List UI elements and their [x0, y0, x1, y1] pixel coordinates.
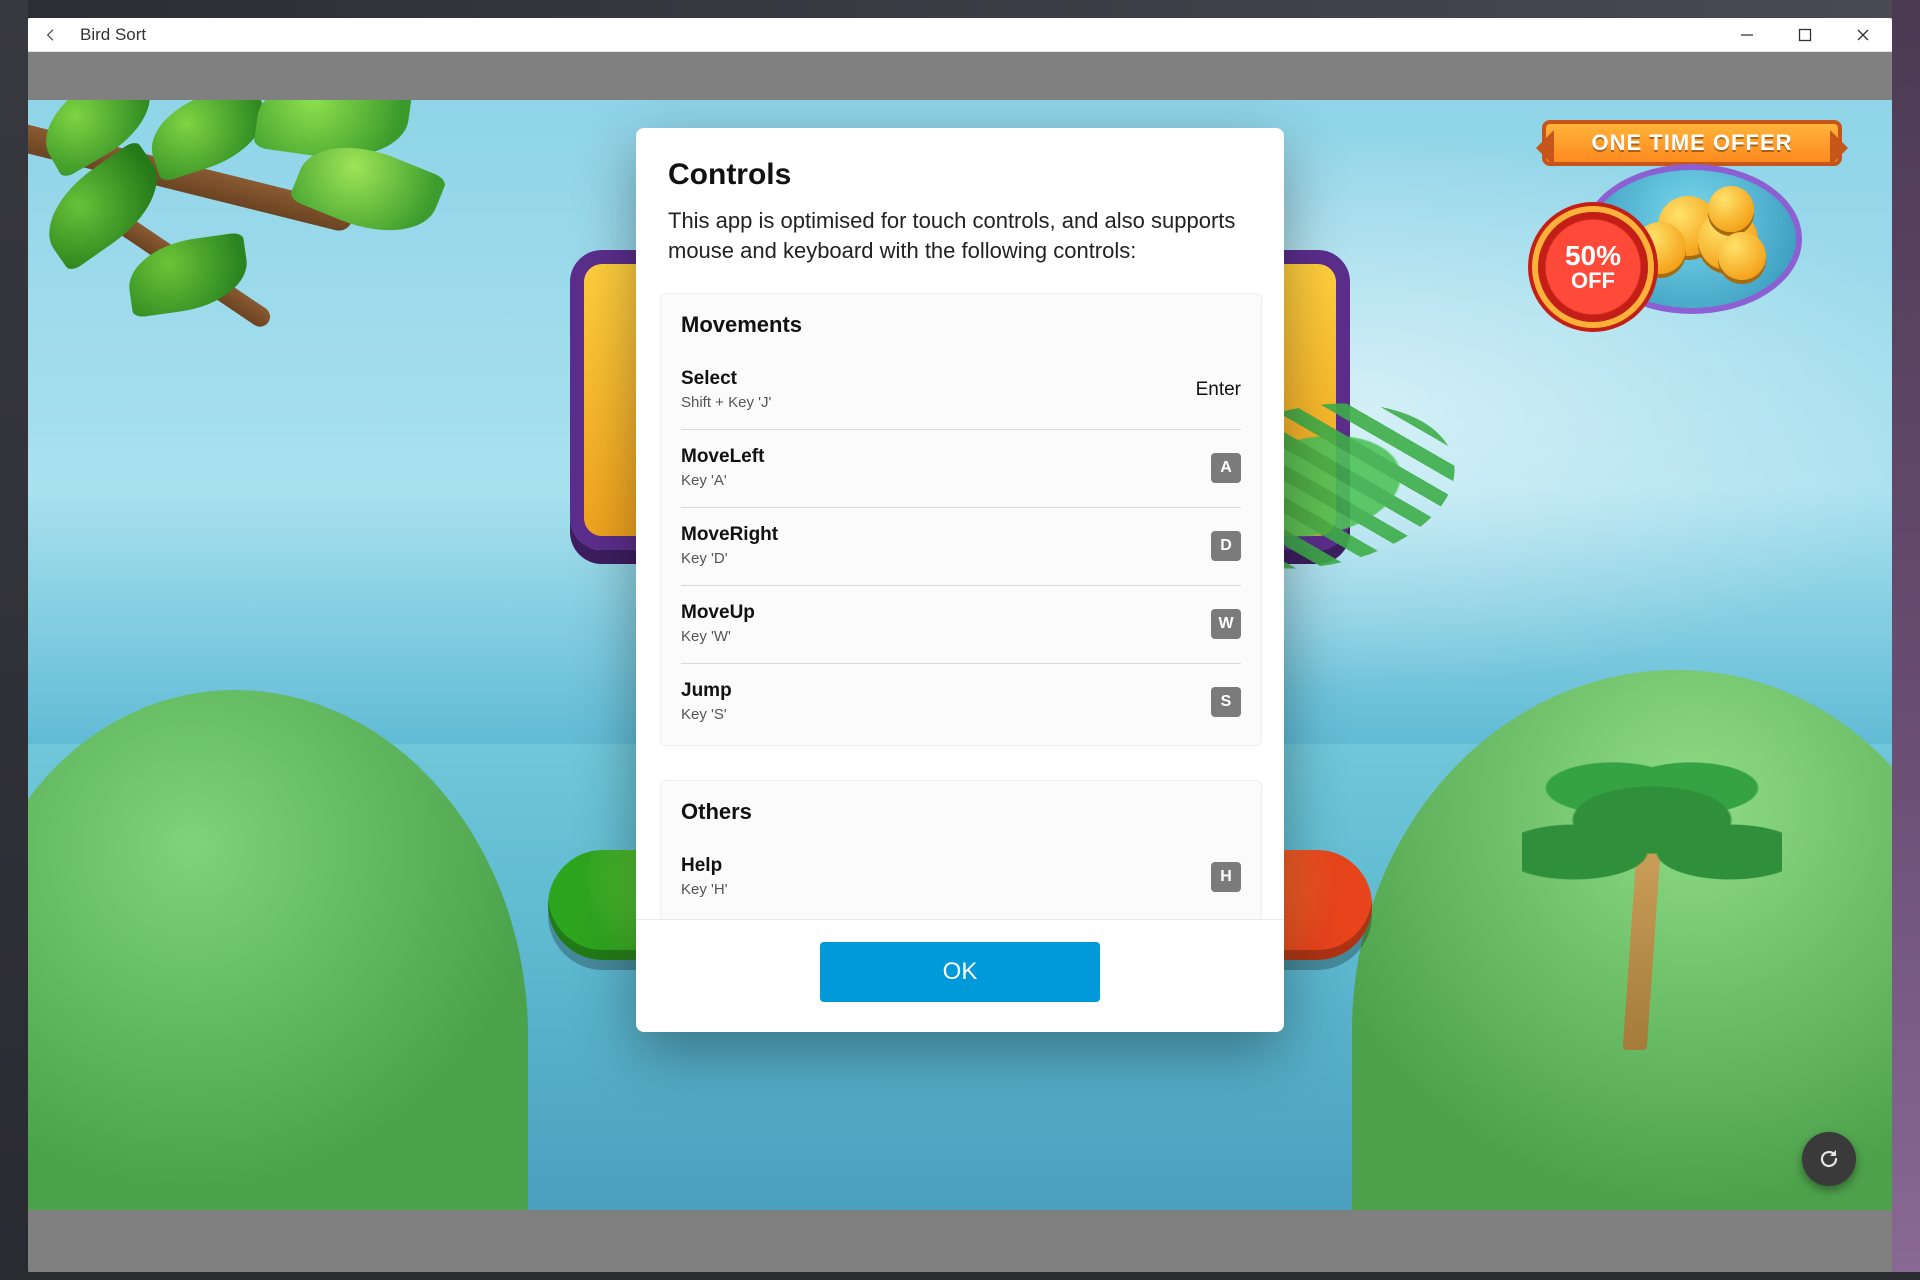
control-primary-key: A — [1211, 453, 1241, 483]
letterbox-bottom — [28, 1210, 1892, 1272]
offer-banner-label: ONE TIME OFFER — [1592, 130, 1793, 156]
maximize-button[interactable] — [1782, 18, 1828, 52]
dialog-footer: OK — [636, 919, 1284, 1032]
control-row-labels: Help Key 'H' — [681, 855, 1211, 898]
control-row: Select Shift + Key 'J'Enter — [681, 352, 1241, 430]
ok-button[interactable]: OK — [820, 942, 1100, 1002]
discount-badge: 50% OFF — [1538, 212, 1648, 322]
section-title: Movements — [681, 312, 1241, 338]
control-name: MoveUp — [681, 602, 1211, 624]
desktop-bottom-edge — [0, 1272, 1920, 1280]
control-primary-key: Enter — [1196, 379, 1241, 401]
coin-icon — [1718, 232, 1766, 280]
ok-button-label: OK — [943, 958, 978, 985]
control-row-labels: MoveUp Key 'W' — [681, 602, 1211, 645]
close-button[interactable] — [1840, 18, 1886, 52]
restart-icon — [1817, 1147, 1841, 1171]
desktop-background: Bird Sort — [0, 0, 1920, 1280]
control-name: Select — [681, 368, 1196, 390]
control-row-labels: Jump Key 'S' — [681, 680, 1211, 723]
minimize-button[interactable] — [1724, 18, 1770, 52]
tree-branch — [28, 100, 518, 390]
control-primary-key: W — [1211, 609, 1241, 639]
discount-off: OFF — [1571, 270, 1615, 292]
maximize-icon — [1798, 28, 1812, 42]
control-alt-key: Key 'D' — [681, 550, 1211, 567]
desktop-top-edge — [0, 0, 1920, 18]
game-canvas: CI C ONE TIME OFFER 50% OFF — [28, 100, 1892, 1210]
control-row: MoveLeft Key 'A'A — [681, 430, 1241, 508]
restart-fab[interactable] — [1802, 1132, 1856, 1186]
desktop-right-edge — [1892, 0, 1920, 1280]
window-title: Bird Sort — [80, 25, 146, 45]
section-title: Others — [681, 799, 1241, 825]
control-primary-key: H — [1211, 862, 1241, 892]
dialog-title: Controls — [668, 158, 1252, 192]
control-name: Jump — [681, 680, 1211, 702]
letterbox-top — [28, 52, 1892, 100]
dialog-subtitle: This app is optimised for touch controls… — [668, 206, 1252, 265]
control-alt-key: Shift + Key 'J' — [681, 394, 1196, 411]
window-title-bar: Bird Sort — [28, 18, 1892, 52]
control-row-labels: MoveLeft Key 'A' — [681, 446, 1211, 489]
control-name: MoveLeft — [681, 446, 1211, 468]
control-primary-key: D — [1211, 531, 1241, 561]
close-icon — [1856, 28, 1870, 42]
control-row: Help Key 'H'H — [681, 839, 1241, 916]
dialog-header: Controls This app is optimised for touch… — [636, 128, 1284, 275]
minimize-icon — [1740, 28, 1754, 42]
controls-section: Others Help Key 'H'H — [660, 780, 1262, 919]
control-alt-key: Key 'S' — [681, 706, 1211, 723]
control-row-labels: MoveRight Key 'D' — [681, 524, 1211, 567]
arrow-left-icon — [43, 27, 59, 43]
discount-percent: 50% — [1565, 242, 1621, 270]
control-alt-key: Key 'W' — [681, 628, 1211, 645]
palm-tree — [1512, 750, 1772, 1050]
control-alt-key: Key 'A' — [681, 472, 1211, 489]
control-row: Jump Key 'S'S — [681, 664, 1241, 741]
controls-section: Movements Select Shift + Key 'J'Enter MoveL… — [660, 293, 1262, 746]
controls-dialog: Controls This app is optimised for touch… — [636, 128, 1284, 1032]
one-time-offer[interactable]: ONE TIME OFFER 50% OFF — [1542, 120, 1842, 330]
back-button[interactable] — [34, 18, 68, 52]
control-name: MoveRight — [681, 524, 1211, 546]
control-row-labels: Select Shift + Key 'J' — [681, 368, 1196, 411]
coin-icon — [1708, 186, 1754, 232]
control-row: MoveRight Key 'D'D — [681, 508, 1241, 586]
control-primary-key: S — [1211, 687, 1241, 717]
control-name: Help — [681, 855, 1211, 877]
offer-banner: ONE TIME OFFER — [1542, 120, 1842, 166]
dialog-body[interactable]: Movements Select Shift + Key 'J'Enter MoveL… — [654, 293, 1276, 919]
app-window: Bird Sort — [28, 18, 1892, 1272]
control-row: MoveUp Key 'W'W — [681, 586, 1241, 664]
control-alt-key: Key 'H' — [681, 881, 1211, 898]
desktop-left-edge — [0, 0, 28, 1280]
